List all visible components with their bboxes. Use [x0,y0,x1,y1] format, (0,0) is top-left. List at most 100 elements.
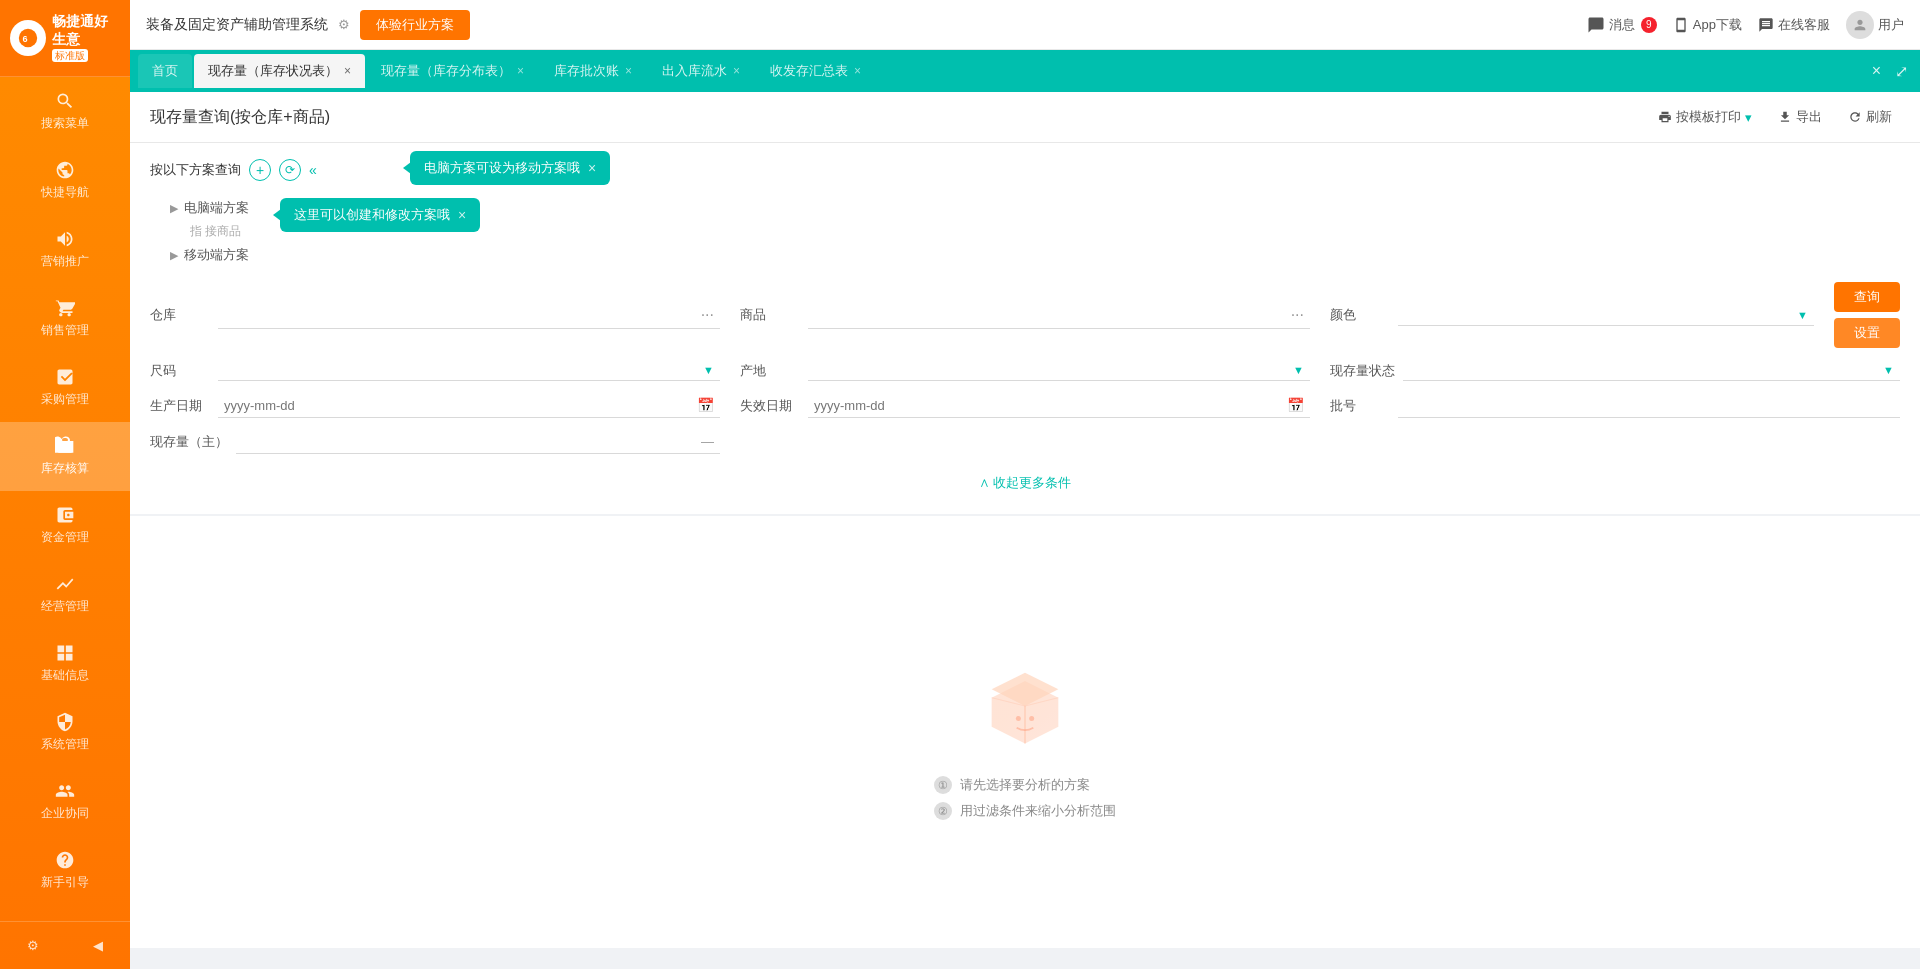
filter-exp-date: 失效日期 📅 [740,393,1310,418]
filter-refresh-button[interactable]: ⟳ [279,159,301,181]
exp-date-calendar-icon[interactable]: 📅 [1287,397,1304,413]
prod-date-input-wrap: 📅 [218,393,720,418]
collapse-button[interactable]: ◀ [87,932,109,959]
batch-label: 批号 [1330,397,1390,415]
empty-step-1: ① 请先选择要分析的方案 [934,776,1116,794]
tab-close-all-icon[interactable]: × [1868,58,1885,84]
product-dots[interactable]: ··· [1291,306,1304,324]
size-select[interactable]: ▼ [218,360,720,381]
color-select[interactable]: ▼ [1398,305,1814,326]
sidebar-item-marketing[interactable]: 营销推广 [0,215,130,284]
warehouse-dots[interactable]: ··· [701,306,714,324]
message-button[interactable]: 消息 9 [1587,16,1657,34]
tab-inventory-dist[interactable]: 现存量（库存分布表） × [367,54,538,88]
origin-chevron: ▼ [1293,364,1304,376]
svg-point-8 [1029,716,1034,721]
tabbar-right: × ⤢ [1868,58,1912,85]
filter-prod-date: 生产日期 📅 [150,393,720,418]
filter-stock-status: 现存量状态 ▼ [1330,360,1900,381]
collapse-button[interactable]: ∧ 收起更多条件 [150,464,1900,498]
trial-button[interactable]: 体验行业方案 [360,10,470,40]
settings-button[interactable]: ⚙ [21,932,45,959]
tooltip-create: 这里可以创建和修改方案哦 × [280,198,480,232]
main-area: 装备及固定资产辅助管理系统 ⚙ 体验行业方案 消息 9 App下载 在线客服 [130,0,1920,969]
tabbar: 首页 现存量（库存状况表） × 现存量（库存分布表） × 库存批次账 × 出入库… [130,50,1920,92]
exp-date-label: 失效日期 [740,397,800,415]
refresh-button[interactable]: 刷新 [1840,104,1900,130]
step-num-2: ② [934,802,952,820]
tab-close-inventory-dist[interactable]: × [517,64,524,78]
stock-status-chevron: ▼ [1883,364,1894,376]
sidebar-item-search-menu[interactable]: 搜索菜单 [0,77,130,146]
empty-step-2: ② 用过滤条件来缩小分析范围 [934,802,1116,820]
tab-close-batch-account[interactable]: × [625,64,632,78]
tab-batch-account[interactable]: 库存批次账 × [540,54,646,88]
sidebar-item-inventory[interactable]: 库存核算 [0,422,130,491]
prod-date-label: 生产日期 [150,397,210,415]
color-chevron: ▼ [1797,309,1808,321]
sidebar-item-operations[interactable]: 经营管理 [0,560,130,629]
tooltip-create-close[interactable]: × [458,207,466,223]
stock-status-select[interactable]: ▼ [1403,360,1900,381]
tab-close-inventory-status[interactable]: × [344,64,351,78]
page-title: 现存量查询(按仓库+商品) [150,107,330,128]
tab-close-in-out-flow[interactable]: × [733,64,740,78]
export-button[interactable]: 导出 [1770,104,1830,130]
filter-grid: 仓库 ··· 商品 ··· 颜色 [150,282,1900,454]
page-content: 现存量查询(按仓库+商品) 按模板打印 ▾ 导出 刷新 [130,92,1920,969]
filter-add-button[interactable]: + [249,159,271,181]
svg-point-0 [19,29,37,47]
logo-icon: 6 [10,20,46,56]
reset-button[interactable]: 设置 [1834,318,1900,348]
svg-point-7 [1016,716,1021,721]
tab-inventory-status[interactable]: 现存量（库存状况表） × [194,54,365,88]
sidebar-item-system[interactable]: 系统管理 [0,698,130,767]
tab-collect-summary[interactable]: 收发存汇总表 × [756,54,875,88]
sidebar-item-purchase[interactable]: 采购管理 [0,353,130,422]
exp-date-input-wrap: 📅 [808,393,1310,418]
sidebar: 6 畅捷通好生意 标准版 搜索菜单 快捷导航 营销推广 销售管理 采购管理 [0,0,130,969]
message-badge: 9 [1641,17,1657,33]
tab-expand-icon[interactable]: ⤢ [1891,58,1912,85]
stock-main-range: — [236,430,720,454]
topbar-settings-icon[interactable]: ⚙ [338,17,350,32]
origin-label: 产地 [740,362,800,380]
tooltip-pc-close[interactable]: × [588,160,596,176]
warehouse-select[interactable]: ··· [218,302,720,329]
warehouse-label: 仓库 [150,306,210,324]
prod-date-calendar-icon[interactable]: 📅 [697,397,714,413]
sidebar-item-finance[interactable]: 资金管理 [0,491,130,560]
support-button[interactable]: 在线客服 [1758,16,1830,34]
exp-date-input[interactable] [814,398,1287,413]
tab-home[interactable]: 首页 [138,54,192,88]
batch-input[interactable] [1398,394,1900,418]
sidebar-item-cooperation[interactable]: 企业协同 [0,767,130,836]
svg-text:6: 6 [23,34,28,44]
scheme-mobile[interactable]: ▶ 移动端方案 [170,242,1900,268]
prod-date-input[interactable] [224,398,697,413]
sidebar-nav: 搜索菜单 快捷导航 营销推广 销售管理 采购管理 库存核算 资金管理 [0,77,130,921]
size-chevron: ▼ [703,364,714,376]
search-button[interactable]: 查询 [1834,282,1900,312]
sidebar-item-guide[interactable]: 新手引导 [0,836,130,905]
sidebar-item-sales[interactable]: 销售管理 [0,284,130,353]
stock-main-from[interactable] [242,434,697,449]
filter-warehouse: 仓库 ··· [150,282,720,348]
tooltip-dot [364,165,374,175]
stock-main-label: 现存量（主） [150,433,228,451]
sidebar-item-quick-nav[interactable]: 快捷导航 [0,146,130,215]
filter-label: 按以下方案查询 [150,161,241,179]
range-dash: — [701,434,714,449]
origin-select[interactable]: ▼ [808,360,1310,381]
page-actions: 按模板打印 ▾ 导出 刷新 [1650,104,1900,130]
tab-close-collect-summary[interactable]: × [854,64,861,78]
tab-in-out-flow[interactable]: 出入库流水 × [648,54,754,88]
filter-arrow-button[interactable]: « [309,162,317,178]
app-download-button[interactable]: App下载 [1673,16,1742,34]
print-button[interactable]: 按模板打印 ▾ [1650,104,1760,130]
sidebar-logo: 6 畅捷通好生意 标准版 [0,0,130,77]
product-select[interactable]: ··· [808,302,1310,329]
user-menu[interactable]: 用户 [1846,11,1904,39]
sidebar-item-basic[interactable]: 基础信息 [0,629,130,698]
empty-state-content: ① 请先选择要分析的方案 ② 用过滤条件来缩小分析范围 [130,576,1920,868]
